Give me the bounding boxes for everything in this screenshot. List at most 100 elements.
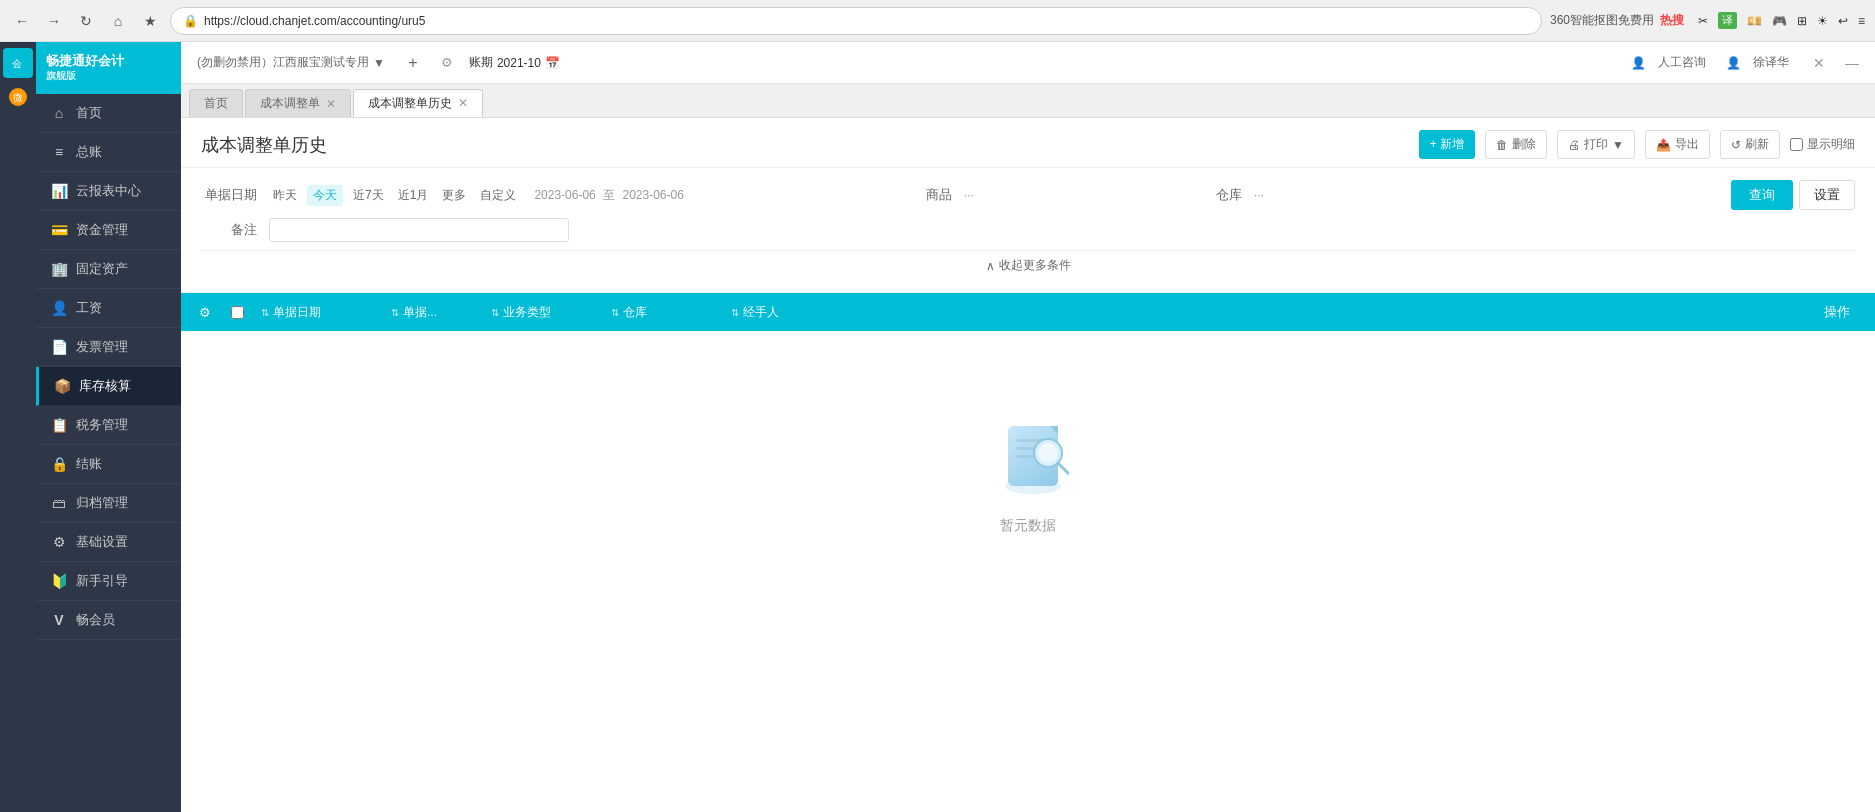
search-label: 360智能抠图免费用 xyxy=(1550,12,1654,29)
lock-icon: 🔒 xyxy=(183,14,198,28)
settings-icon: ⚙ xyxy=(50,534,68,550)
window-minimize-button[interactable]: — xyxy=(1845,55,1859,71)
user-service-label[interactable]: 人工咨询 xyxy=(1658,54,1706,71)
th-manager-sort-icon: ⇅ xyxy=(731,307,739,318)
game-icon: 🎮 xyxy=(1772,14,1787,28)
th-biztype[interactable]: ⇅ 业务类型 xyxy=(483,304,603,321)
main-sidebar: 畅捷通好会计 旗舰版 ⌂ 首页 ≡ 总账 📊 云报表中心 💳 资金管理 🏢 固定… xyxy=(36,42,181,812)
assets-icon: 🏢 xyxy=(50,261,68,277)
ledger-icon: ≡ xyxy=(50,144,68,160)
company-selector[interactable]: (勿删勿禁用）江西服宝测试专用 ▼ xyxy=(197,54,385,71)
sidebar-item-salary[interactable]: 👤 工资 xyxy=(36,289,181,328)
period-display[interactable]: 账期 2021-10 📅 xyxy=(469,54,560,71)
show-detail-input[interactable] xyxy=(1790,138,1803,151)
tab-cost-adjust[interactable]: 成本调整单 ✕ xyxy=(245,89,351,117)
th-warehouse-sort-icon: ⇅ xyxy=(611,307,619,318)
tab-cost-adjust-label: 成本调整单 xyxy=(260,95,320,112)
query-button[interactable]: 查询 xyxy=(1731,180,1793,210)
back-button[interactable]: ← xyxy=(10,9,34,33)
today-btn[interactable]: 今天 xyxy=(307,185,343,206)
refresh-button[interactable]: ↺ 刷新 xyxy=(1720,130,1780,159)
last7-btn[interactable]: 近7天 xyxy=(349,185,388,206)
tax-icon: 📋 xyxy=(50,417,68,433)
icon-sidebar: 会 微 xyxy=(0,42,36,812)
tab-cost-adjust-history-close[interactable]: ✕ xyxy=(458,96,468,110)
user-service-icon: 👤 xyxy=(1631,56,1646,70)
new-button[interactable]: + 新增 xyxy=(1419,130,1475,159)
last-month-btn[interactable]: 近1月 xyxy=(394,185,433,206)
sidebar-item-guide[interactable]: 🔰 新手引导 xyxy=(36,562,181,601)
user-name: 徐译华 xyxy=(1753,54,1789,71)
inventory-icon: 📦 xyxy=(53,378,71,394)
settings-gear-icon[interactable]: ⚙ xyxy=(441,55,453,70)
page-actions: + 新增 🗑 删除 🖨 打印 ▼ 📤 导出 ↺ xyxy=(1419,130,1855,159)
more-btn[interactable]: 更多 xyxy=(438,185,470,206)
home-button[interactable]: ⌂ xyxy=(106,9,130,33)
th-voucher[interactable]: ⇅ 单据... xyxy=(383,304,483,321)
sidebar-item-settings[interactable]: ⚙ 基础设置 xyxy=(36,523,181,562)
sidebar-label-ledger: 总账 xyxy=(76,143,102,161)
sidebar-item-home[interactable]: ⌂ 首页 xyxy=(36,94,181,133)
date-separator: 至 xyxy=(603,188,615,202)
sidebar-label-assets: 固定资产 xyxy=(76,260,128,278)
sidebar-label-archive: 归档管理 xyxy=(76,494,128,512)
table-area: ⚙ ⇅ 单据日期 ⇅ 单据... ⇅ 业务类型 xyxy=(181,293,1875,615)
sidebar-item-assets[interactable]: 🏢 固定资产 xyxy=(36,250,181,289)
th-manager[interactable]: ⇅ 经手人 xyxy=(723,304,843,321)
archive-icon: 🗃 xyxy=(50,495,68,511)
yesterday-btn[interactable]: 昨天 xyxy=(269,185,301,206)
refresh-button[interactable]: ↻ xyxy=(74,9,98,33)
filter-settings-button[interactable]: 设置 xyxy=(1799,180,1855,210)
sidebar-item-reports[interactable]: 📊 云报表中心 xyxy=(36,172,181,211)
period-value: 2021-10 xyxy=(497,56,541,70)
collapse-button[interactable]: ∧ 收起更多条件 xyxy=(201,250,1855,280)
select-all-checkbox[interactable] xyxy=(231,306,244,319)
th-warehouse[interactable]: ⇅ 仓库 xyxy=(603,304,723,321)
delete-label: 删除 xyxy=(1512,136,1536,153)
sidebar-item-funds[interactable]: 💳 资金管理 xyxy=(36,211,181,250)
table-select-all[interactable] xyxy=(221,306,253,319)
address-bar[interactable]: 🔒 https://cloud.chanjet.com/accounting/u… xyxy=(170,7,1542,35)
browser-chrome: ← → ↻ ⌂ ★ 🔒 https://cloud.chanjet.com/ac… xyxy=(0,0,1875,42)
forward-button[interactable]: → xyxy=(42,9,66,33)
product-dots[interactable]: ··· xyxy=(964,188,974,202)
add-tab-button[interactable]: + xyxy=(401,51,425,75)
window-close-button[interactable]: ✕ xyxy=(1813,55,1825,71)
icon-sidebar-app[interactable]: 会 xyxy=(3,48,33,78)
sidebar-item-ledger[interactable]: ≡ 总账 xyxy=(36,133,181,172)
remark-input[interactable] xyxy=(269,218,569,242)
print-button[interactable]: 🖨 打印 ▼ xyxy=(1557,130,1635,159)
sidebar-item-invoice[interactable]: 📄 发票管理 xyxy=(36,328,181,367)
custom-btn[interactable]: 自定义 xyxy=(476,185,520,206)
icon-sidebar-wb[interactable]: 微 xyxy=(3,82,33,112)
warehouse-dots[interactable]: ··· xyxy=(1254,188,1264,202)
export-button[interactable]: 📤 导出 xyxy=(1645,130,1710,159)
th-biztype-label: 业务类型 xyxy=(503,304,551,321)
user-avatar: 👤 xyxy=(1726,56,1741,70)
sidebar-item-inventory[interactable]: 📦 库存核算 xyxy=(36,367,181,406)
delete-button[interactable]: 🗑 删除 xyxy=(1485,130,1547,159)
sidebar-item-vip[interactable]: V 畅会员 xyxy=(36,601,181,640)
table-header: ⚙ ⇅ 单据日期 ⇅ 单据... ⇅ 业务类型 xyxy=(181,293,1875,331)
sidebar-item-archive[interactable]: 🗃 归档管理 xyxy=(36,484,181,523)
tab-cost-adjust-history[interactable]: 成本调整单历史 ✕ xyxy=(353,89,483,117)
tab-home[interactable]: 首页 xyxy=(189,89,243,117)
close-period-icon: 🔒 xyxy=(50,456,68,472)
th-voucher-label: 单据... xyxy=(403,304,437,321)
hot-label: 热搜 xyxy=(1660,12,1684,29)
date-from: 2023-06-06 至 2023-06-06 xyxy=(534,187,683,204)
th-date-label: 单据日期 xyxy=(273,304,321,321)
empty-text: 暂元数据 xyxy=(1000,517,1056,535)
page-content: 成本调整单历史 + 新增 🗑 删除 🖨 打印 ▼ 📤 导出 xyxy=(181,118,1875,812)
star-button[interactable]: ★ xyxy=(138,9,162,33)
th-date[interactable]: ⇅ 单据日期 xyxy=(253,304,383,321)
refresh-label: 刷新 xyxy=(1745,136,1769,153)
sidebar-item-tax[interactable]: 📋 税务管理 xyxy=(36,406,181,445)
collapse-icon: ∧ xyxy=(986,259,995,273)
show-detail-checkbox[interactable]: 显示明细 xyxy=(1790,136,1855,153)
tab-cost-adjust-history-label: 成本调整单历史 xyxy=(368,95,452,112)
menu-icon: ≡ xyxy=(1858,14,1865,28)
tab-cost-adjust-close[interactable]: ✕ xyxy=(326,97,336,111)
sidebar-item-close[interactable]: 🔒 结账 xyxy=(36,445,181,484)
table-settings-icon[interactable]: ⚙ xyxy=(189,305,221,320)
